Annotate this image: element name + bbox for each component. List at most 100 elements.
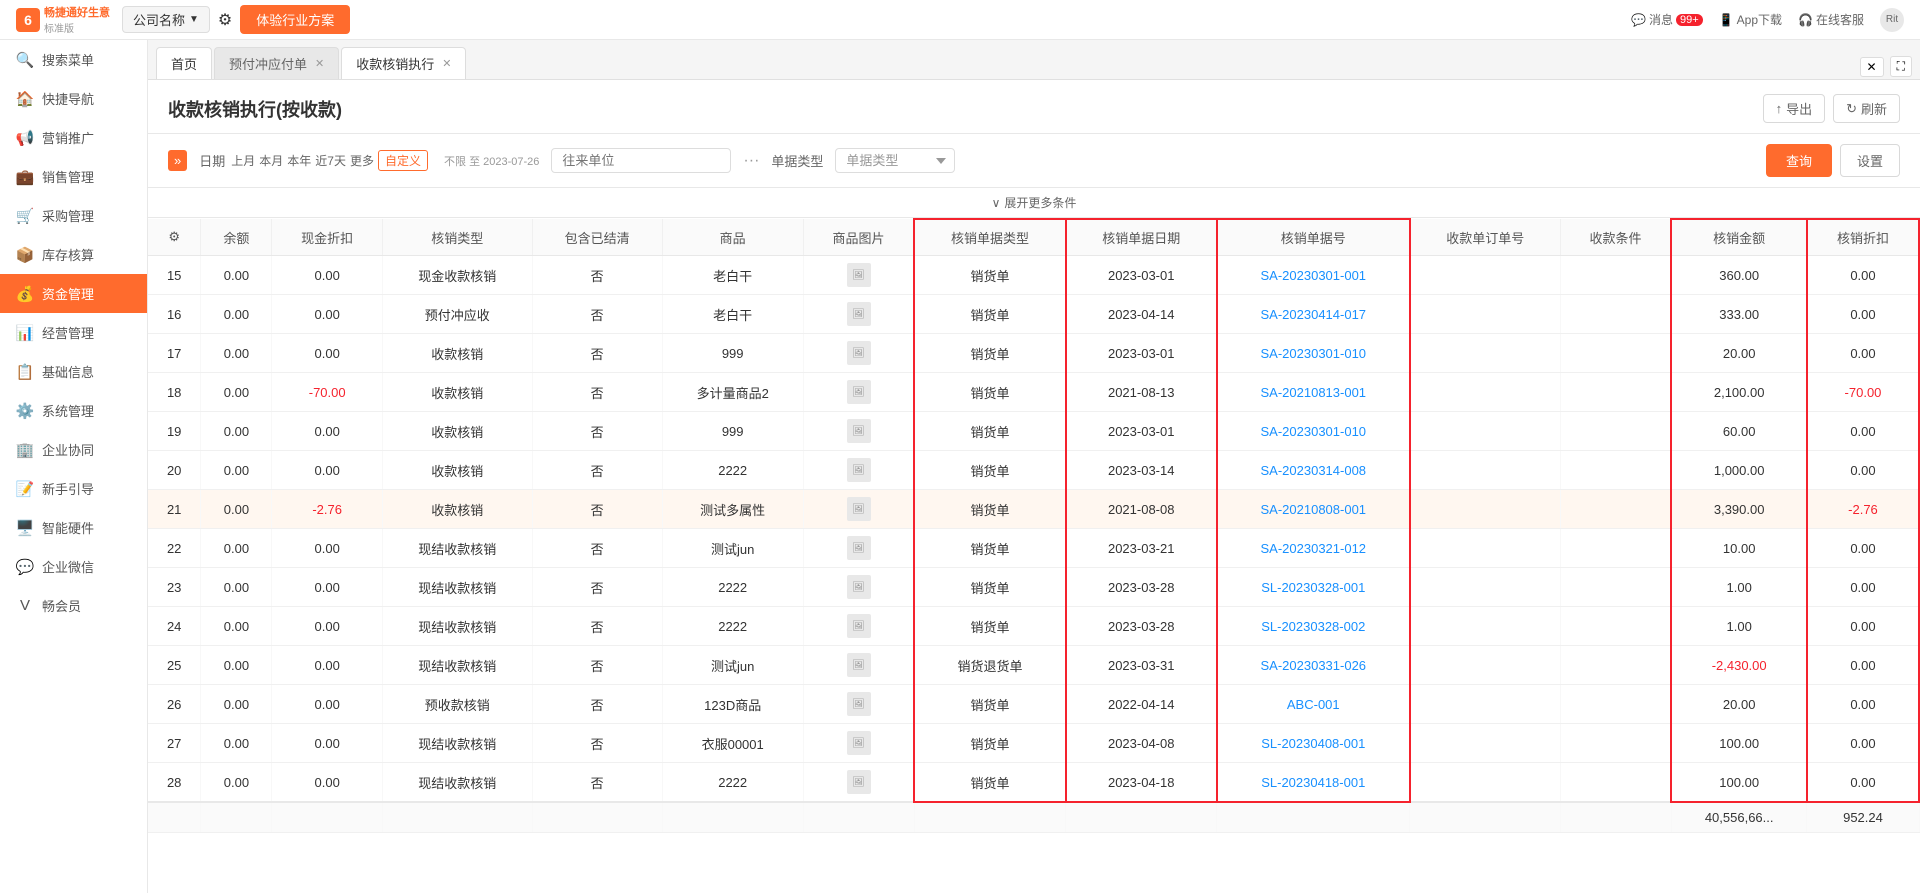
cell-cancel_amount: 3,390.00 xyxy=(1671,490,1807,529)
sidebar-item-operations[interactable]: 📊经营管理 xyxy=(0,313,147,352)
cell-balance: 0.00 xyxy=(201,334,272,373)
cell-bill_no[interactable]: SA-20230331-026 xyxy=(1217,646,1410,685)
tab-prepay[interactable]: 预付冲应付单✕ xyxy=(214,47,339,79)
sidebar-label-member: 畅会员 xyxy=(42,596,81,615)
sidebar-item-purchase[interactable]: 🛒采购管理 xyxy=(0,196,147,235)
sidebar-item-enterprise[interactable]: 🏢企业协同 xyxy=(0,430,147,469)
cell-balance: 0.00 xyxy=(201,724,272,763)
cell-bill_no[interactable]: SA-20230321-012 xyxy=(1217,529,1410,568)
sidebar-item-sales[interactable]: 💼销售管理 xyxy=(0,157,147,196)
query-button[interactable]: 查询 xyxy=(1766,144,1832,177)
member-icon: V xyxy=(16,597,34,615)
tab-home[interactable]: 首页 xyxy=(156,47,212,79)
messages-item[interactable]: 💬 消息 99+ xyxy=(1631,11,1703,28)
cell-bill_type: 销货单 xyxy=(914,373,1065,412)
app-download-item[interactable]: 📱 App下载 xyxy=(1719,11,1782,28)
negative-value: -2,430.00 xyxy=(1712,658,1767,673)
date-more[interactable]: 更多 xyxy=(350,152,374,169)
sidebar-item-quick-nav[interactable]: 🏠快捷导航 xyxy=(0,79,147,118)
bill-no-link[interactable]: SL-20230328-001 xyxy=(1261,580,1365,595)
bill-no-link[interactable]: SA-20230301-010 xyxy=(1261,424,1367,439)
cell-include_settled: 否 xyxy=(532,451,662,490)
sidebar-item-system[interactable]: ⚙️系统管理 xyxy=(0,391,147,430)
cell-include_settled: 否 xyxy=(532,256,662,295)
bill-no-link[interactable]: SA-20210808-001 xyxy=(1261,502,1367,517)
cell-bill_date: 2023-03-21 xyxy=(1066,529,1217,568)
bill-no-link[interactable]: SA-20230331-026 xyxy=(1261,658,1367,673)
sidebar-item-marketing[interactable]: 📢营销推广 xyxy=(0,118,147,157)
cell-bill_no[interactable]: SA-20230301-001 xyxy=(1217,256,1410,295)
cell-goods_img: 🖼 xyxy=(803,490,914,529)
cell-bill_no[interactable]: SL-20230418-001 xyxy=(1217,763,1410,803)
settings-button[interactable]: 设置 xyxy=(1840,144,1900,177)
bill-no-link[interactable]: SA-20230314-008 xyxy=(1261,463,1367,478)
bill-no-link[interactable]: SL-20230328-002 xyxy=(1261,619,1365,634)
date-this-year[interactable]: 本年 xyxy=(287,152,311,169)
cell-cash_discount: 0.00 xyxy=(272,763,382,803)
date-this-month[interactable]: 本月 xyxy=(259,152,283,169)
bill-no-link[interactable]: SA-20210813-001 xyxy=(1261,385,1367,400)
cell-bill_date: 2023-03-31 xyxy=(1066,646,1217,685)
bill-no-link[interactable]: SA-20230301-001 xyxy=(1261,268,1367,283)
bill-no-link[interactable]: SA-20230301-010 xyxy=(1261,346,1367,361)
bill-type-select[interactable]: 单据类型 xyxy=(835,148,955,173)
maximize-button[interactable]: ⛶ xyxy=(1890,56,1912,77)
tab-close-collection[interactable]: ✕ xyxy=(442,57,451,70)
sidebar-item-basic-info[interactable]: 📋基础信息 xyxy=(0,352,147,391)
gear-icon[interactable]: ⚙ xyxy=(218,10,232,30)
cell-bill_no[interactable]: SL-20230328-002 xyxy=(1217,607,1410,646)
table-container: ⚙余额现金折扣核销类型包含已结清商品商品图片核销单据类型核销单据日期核销单据号收… xyxy=(148,218,1920,893)
cell-cancel_amount: 100.00 xyxy=(1671,724,1807,763)
company-selector[interactable]: 公司名称 ▼ xyxy=(122,6,210,33)
cell-balance: 0.00 xyxy=(201,646,272,685)
cell-bill_no[interactable]: SA-20230314-008 xyxy=(1217,451,1410,490)
close-window-button[interactable]: ✕ xyxy=(1860,57,1884,77)
cell-bill_no[interactable]: SA-20210808-001 xyxy=(1217,490,1410,529)
cell-bill_no[interactable]: SA-20230301-010 xyxy=(1217,334,1410,373)
sidebar-item-search[interactable]: 🔍搜索菜单 xyxy=(0,40,147,79)
cell-bill_no[interactable]: SL-20230328-001 xyxy=(1217,568,1410,607)
sidebar-item-inventory[interactable]: 📦库存核算 xyxy=(0,235,147,274)
bill-no-link[interactable]: SL-20230408-001 xyxy=(1261,736,1365,751)
sidebar-item-hardware[interactable]: 🖥️智能硬件 xyxy=(0,508,147,547)
cell-goods_img: 🖼 xyxy=(803,451,914,490)
cell-bill_no[interactable]: SL-20230408-001 xyxy=(1217,724,1410,763)
sidebar-item-member[interactable]: V 畅会员 xyxy=(0,586,147,625)
bill-no-link[interactable]: ABC-001 xyxy=(1287,697,1340,712)
user-avatar[interactable]: Rit xyxy=(1880,8,1904,32)
cell-goods_img: 🖼 xyxy=(803,295,914,334)
sidebar-item-wechat[interactable]: 💬企业微信 xyxy=(0,547,147,586)
cell-bill_no[interactable]: ABC-001 xyxy=(1217,685,1410,724)
cell-seq: 21 xyxy=(148,490,201,529)
sidebar-item-finance[interactable]: 💰资金管理 xyxy=(0,274,147,313)
tab-collection[interactable]: 收款核销执行✕ xyxy=(341,47,466,79)
cell-goods_img: 🖼 xyxy=(803,607,914,646)
date-7days[interactable]: 近7天 xyxy=(315,152,346,169)
filter-expand-button[interactable]: » xyxy=(168,150,187,171)
cell-bill_no[interactable]: SA-20230301-010 xyxy=(1217,412,1410,451)
expand-more-button[interactable]: ∨ 展开更多条件 xyxy=(992,194,1077,211)
export-button[interactable]: ↑ 导出 xyxy=(1763,94,1826,123)
cell-bill_type: 销货单 xyxy=(914,685,1065,724)
solution-button[interactable]: 体验行业方案 xyxy=(240,5,350,34)
tab-close-prepay[interactable]: ✕ xyxy=(315,57,324,70)
cell-cash_discount: 0.00 xyxy=(272,685,382,724)
date-last-month[interactable]: 上月 xyxy=(231,152,255,169)
bill-no-link[interactable]: SL-20230418-001 xyxy=(1261,775,1365,790)
sidebar-item-guide[interactable]: 📝新手引导 xyxy=(0,469,147,508)
date-custom[interactable]: 自定义 xyxy=(378,150,428,171)
date-options: 上月 本月 本年 近7天 更多 自定义 xyxy=(231,150,428,171)
cell-bill_no[interactable]: SA-20230414-017 xyxy=(1217,295,1410,334)
refresh-button[interactable]: ↻ 刷新 xyxy=(1833,94,1900,123)
partner-input[interactable] xyxy=(551,148,731,173)
online-service-item[interactable]: 🎧 在线客服 xyxy=(1798,11,1864,28)
cell-bill_no[interactable]: SA-20210813-001 xyxy=(1217,373,1410,412)
top-bar-center: 公司名称 ▼ ⚙ 体验行业方案 xyxy=(122,5,1619,34)
cell-goods: 999 xyxy=(662,412,803,451)
bill-no-link[interactable]: SA-20230414-017 xyxy=(1261,307,1367,322)
sidebar-label-quick-nav: 快捷导航 xyxy=(42,89,94,108)
bill-no-link[interactable]: SA-20230321-012 xyxy=(1261,541,1367,556)
headset-icon: 🎧 xyxy=(1798,13,1813,27)
cell-bill_date: 2023-04-14 xyxy=(1066,295,1217,334)
cell-include_settled: 否 xyxy=(532,724,662,763)
